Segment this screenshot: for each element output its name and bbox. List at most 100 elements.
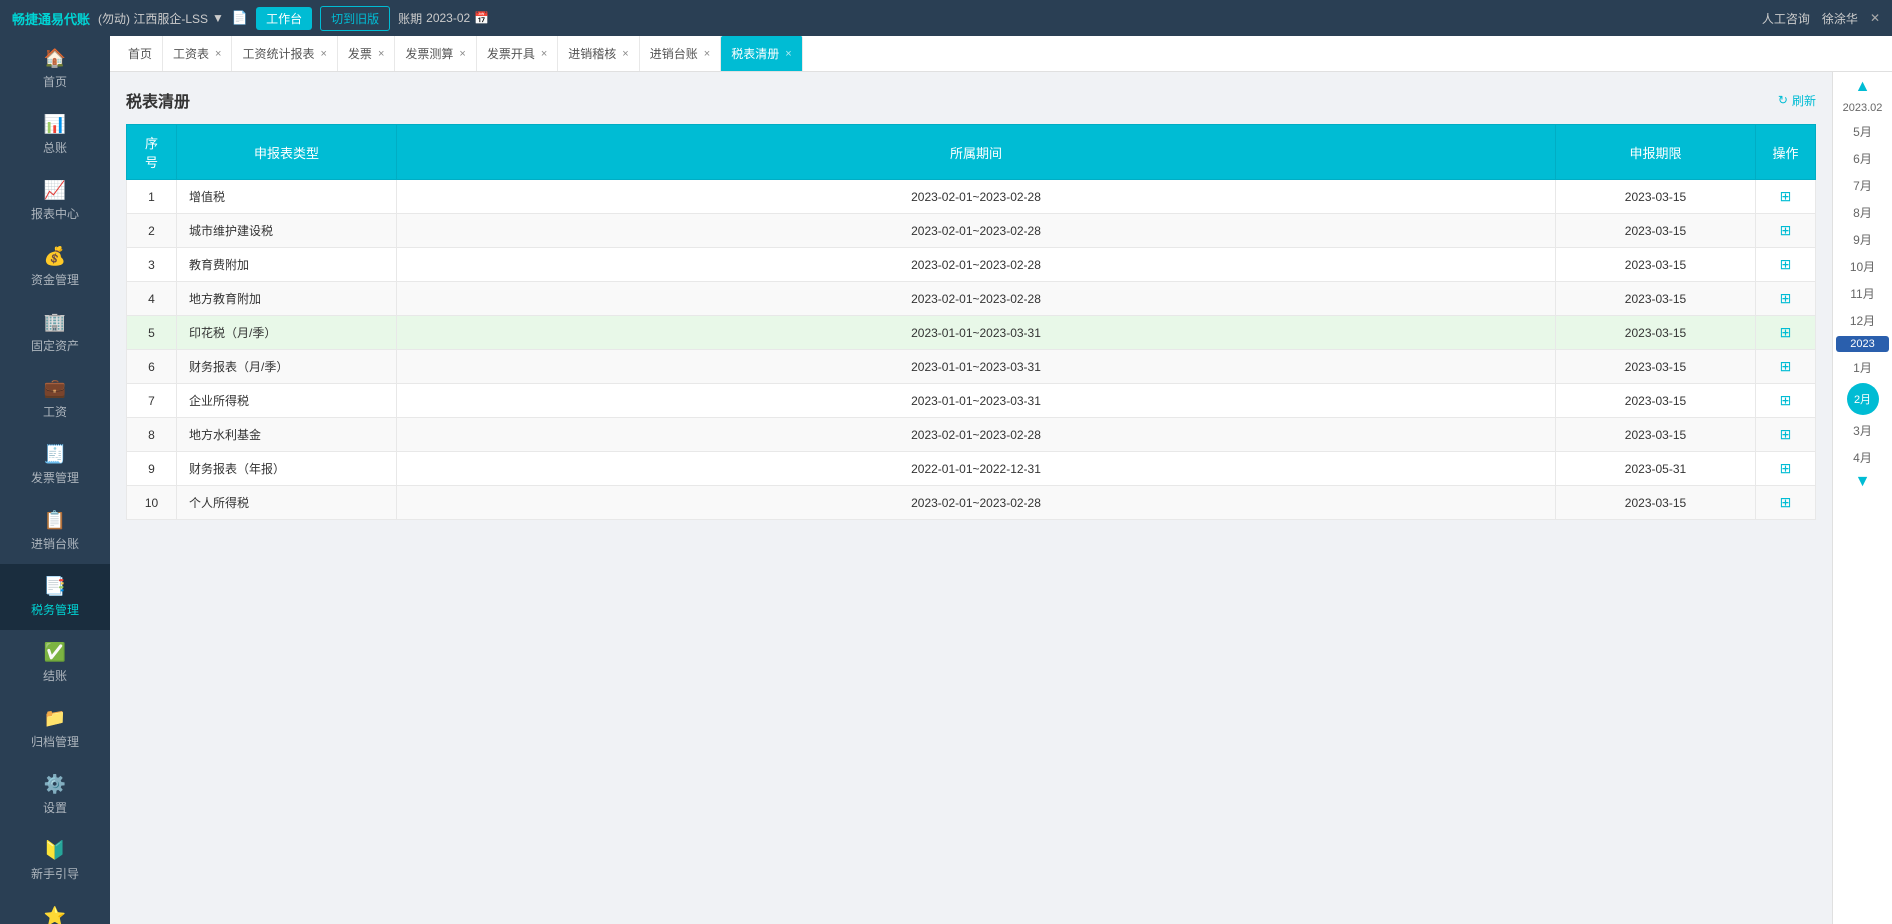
page-title: 税表清册 xyxy=(126,88,190,112)
action-icon[interactable]: ⊞ xyxy=(1780,358,1792,374)
date-month-11[interactable]: 11月 xyxy=(1833,280,1892,307)
tab-invoice-open[interactable]: 发票开具 × xyxy=(477,36,558,72)
date-month-8[interactable]: 8月 xyxy=(1833,199,1892,226)
cell-action[interactable]: ⊞ xyxy=(1756,418,1816,452)
close-tab-invoice[interactable]: × xyxy=(378,48,384,60)
cell-action[interactable]: ⊞ xyxy=(1756,248,1816,282)
cell-seq: 3 xyxy=(127,248,177,282)
date-month-4[interactable]: 4月 xyxy=(1833,444,1892,471)
close-tab-invoice-calc[interactable]: × xyxy=(459,48,465,60)
cell-action[interactable]: ⊞ xyxy=(1756,214,1816,248)
user-service[interactable]: 人工咨询 xyxy=(1762,10,1810,27)
cell-action[interactable]: ⊞ xyxy=(1756,384,1816,418)
action-icon[interactable]: ⊞ xyxy=(1780,460,1792,476)
close-tab-invoice-open[interactable]: × xyxy=(541,48,547,60)
action-icon[interactable]: ⊞ xyxy=(1780,324,1792,340)
period-info: 账期 2023-02 📅 xyxy=(398,10,489,27)
sidebar-item-purchase[interactable]: 📋 进销台账 xyxy=(0,498,110,564)
cell-action[interactable]: ⊞ xyxy=(1756,180,1816,214)
cell-deadline: 2023-03-15 xyxy=(1556,214,1756,248)
cell-action[interactable]: ⊞ xyxy=(1756,350,1816,384)
sidebar-item-archive[interactable]: 📁 归档管理 xyxy=(0,696,110,762)
company-selector[interactable]: (勿动) 江西服企-LSS ▼ xyxy=(98,10,224,27)
sidebar-item-vip[interactable]: ⭐ 畅会员 xyxy=(0,894,110,924)
tab-invoice-calc[interactable]: 发票测算 × xyxy=(395,36,476,72)
cell-seq: 2 xyxy=(127,214,177,248)
cell-type: 财务报表（年报） xyxy=(177,452,397,486)
sidebar-item-settings[interactable]: ⚙️ 设置 xyxy=(0,762,110,828)
date-month-10[interactable]: 10月 xyxy=(1833,253,1892,280)
cell-action[interactable]: ⊞ xyxy=(1756,316,1816,350)
refresh-icon: ↻ xyxy=(1778,93,1788,107)
page-main: 税表清册 ↻ 刷新 序号 申报表类型 所属期间 申报期限 操作 xyxy=(110,72,1832,924)
tab-home[interactable]: 首页 xyxy=(118,36,163,72)
action-icon[interactable]: ⊞ xyxy=(1780,188,1792,204)
cell-type: 增值税 xyxy=(177,180,397,214)
cell-period: 2023-01-01~2023-03-31 xyxy=(397,384,1556,418)
col-header-deadline: 申报期限 xyxy=(1556,125,1756,180)
tab-salary-table-label: 工资表 xyxy=(173,45,209,62)
sidebar-item-assets[interactable]: 🏢 固定资产 xyxy=(0,300,110,366)
cell-type: 个人所得税 xyxy=(177,486,397,520)
close-icon[interactable]: ✕ xyxy=(1870,11,1880,25)
guide-icon: 🔰 xyxy=(44,840,66,861)
close-tab-purchase-check[interactable]: × xyxy=(622,48,628,60)
cell-type: 印花税（月/季） xyxy=(177,316,397,350)
table-row: 8 地方水利基金 2023-02-01~2023-02-28 2023-03-1… xyxy=(127,418,1816,452)
sidebar-item-funds[interactable]: 💰 资金管理 xyxy=(0,234,110,300)
action-icon[interactable]: ⊞ xyxy=(1780,426,1792,442)
tab-purchase-ledger[interactable]: 进销台账 × xyxy=(640,36,721,72)
sidebar-item-tax[interactable]: 📑 税务管理 xyxy=(0,564,110,630)
cell-period: 2023-02-01~2023-02-28 xyxy=(397,486,1556,520)
date-nav-down[interactable]: ▼ xyxy=(1853,471,1873,493)
purchase-icon: 📋 xyxy=(44,510,66,531)
sidebar-item-invoice[interactable]: 🧾 发票管理 xyxy=(0,432,110,498)
tab-salary-stats[interactable]: 工资统计报表 × xyxy=(232,36,337,72)
sidebar-label-ledger: 总账 xyxy=(43,139,67,156)
table-row: 9 财务报表（年报） 2022-01-01~2022-12-31 2023-05… xyxy=(127,452,1816,486)
date-month-12[interactable]: 12月 xyxy=(1833,307,1892,334)
cell-action[interactable]: ⊞ xyxy=(1756,282,1816,316)
refresh-button[interactable]: ↻ 刷新 xyxy=(1778,92,1816,109)
close-tab-salary-stats[interactable]: × xyxy=(320,48,326,60)
tab-salary-table[interactable]: 工资表 × xyxy=(163,36,232,72)
date-month-6[interactable]: 6月 xyxy=(1833,145,1892,172)
close-tab-salary-table[interactable]: × xyxy=(215,48,221,60)
tab-tax-return[interactable]: 税表清册 × xyxy=(721,36,802,72)
sidebar-item-salary[interactable]: 💼 工资 xyxy=(0,366,110,432)
date-month-5[interactable]: 5月 xyxy=(1833,118,1892,145)
date-month-2-active[interactable]: 2月 xyxy=(1847,383,1879,415)
tab-purchase-check[interactable]: 进销稽核 × xyxy=(558,36,639,72)
sidebar-label-purchase: 进销台账 xyxy=(31,535,79,552)
workspace-button[interactable]: 工作台 xyxy=(256,7,312,30)
sidebar-item-reports[interactable]: 📈 报表中心 xyxy=(0,168,110,234)
action-icon[interactable]: ⊞ xyxy=(1780,494,1792,510)
sidebar-item-home[interactable]: 🏠 首页 xyxy=(0,36,110,102)
cell-action[interactable]: ⊞ xyxy=(1756,452,1816,486)
date-month-3[interactable]: 3月 xyxy=(1833,417,1892,444)
cell-period: 2022-01-01~2022-12-31 xyxy=(397,452,1556,486)
tab-invoice[interactable]: 发票 × xyxy=(338,36,395,72)
sidebar-item-guide[interactable]: 🔰 新手引导 xyxy=(0,828,110,894)
date-month-9[interactable]: 9月 xyxy=(1833,226,1892,253)
tab-invoice-label: 发票 xyxy=(348,45,372,62)
sidebar-label-settings: 设置 xyxy=(43,799,67,816)
action-icon[interactable]: ⊞ xyxy=(1780,256,1792,272)
action-icon[interactable]: ⊞ xyxy=(1780,290,1792,306)
sidebar-item-settlement[interactable]: ✅ 结账 xyxy=(0,630,110,696)
sidebar-label-home: 首页 xyxy=(43,73,67,90)
action-icon[interactable]: ⊞ xyxy=(1780,392,1792,408)
date-nav-up[interactable]: ▲ xyxy=(1853,76,1873,98)
close-tab-purchase-ledger[interactable]: × xyxy=(704,48,710,60)
cell-deadline: 2023-03-15 xyxy=(1556,384,1756,418)
action-icon[interactable]: ⊞ xyxy=(1780,222,1792,238)
date-month-1[interactable]: 1月 xyxy=(1833,354,1892,381)
col-header-seq: 序号 xyxy=(127,125,177,180)
switch-old-button[interactable]: 切到旧版 xyxy=(320,6,390,31)
date-month-7[interactable]: 7月 xyxy=(1833,172,1892,199)
cell-period: 2023-01-01~2023-03-31 xyxy=(397,316,1556,350)
cell-seq: 10 xyxy=(127,486,177,520)
close-tab-tax-return[interactable]: × xyxy=(785,48,791,60)
cell-action[interactable]: ⊞ xyxy=(1756,486,1816,520)
sidebar-item-ledger[interactable]: 📊 总账 xyxy=(0,102,110,168)
